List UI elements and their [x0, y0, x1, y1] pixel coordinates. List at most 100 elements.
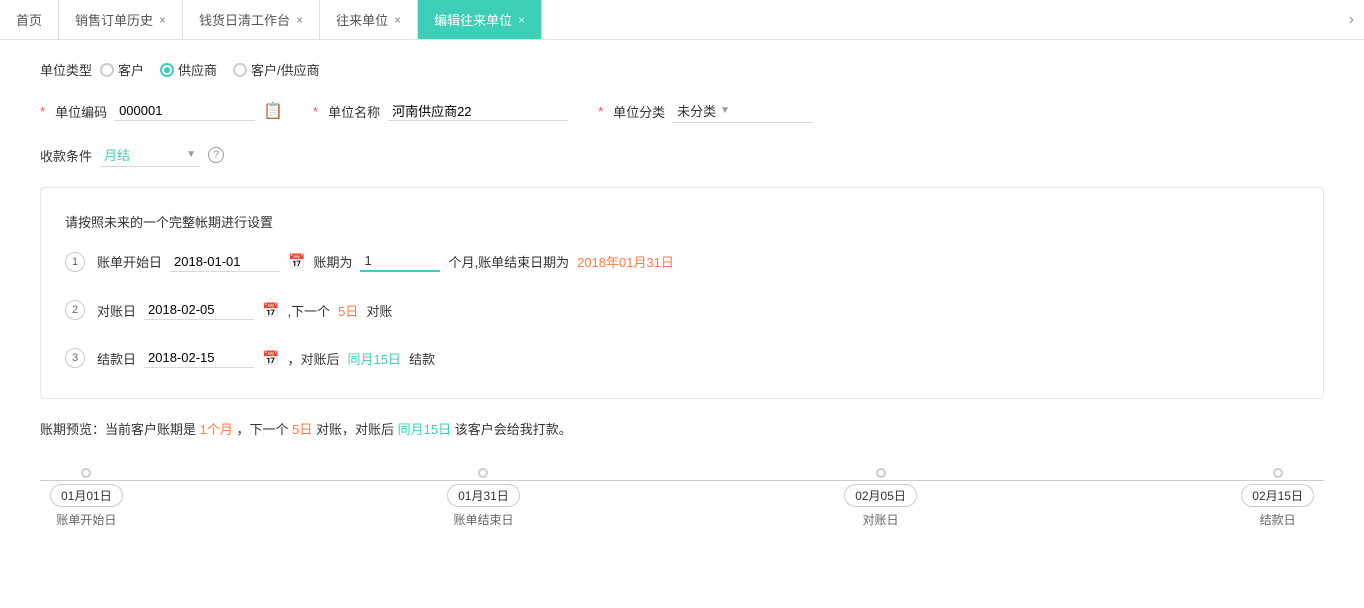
main-content: 单位类型 客户 供应商 客户/供应商 * 单位编码 — [0, 40, 1364, 608]
step-2-label: 对账日 — [97, 301, 136, 320]
radio-customer[interactable]: 客户 — [100, 60, 144, 79]
step-1-number: 1 — [65, 252, 85, 272]
timeline-label-4: 结款日 — [1260, 511, 1296, 528]
radio-customer-supplier-circle — [233, 63, 247, 77]
radio-customer-label: 客户 — [118, 60, 144, 79]
step-3-highlight-day: 同月15日 — [347, 349, 400, 368]
timeline-point-4: 02月15日 结款日 — [1241, 468, 1314, 528]
tab-partner-label: 往来单位 — [336, 10, 388, 29]
unit-code-doc-icon[interactable]: 📋 — [263, 101, 283, 121]
step-2-calendar-icon[interactable]: 📅 — [262, 302, 279, 319]
unit-code-star: * — [40, 104, 45, 119]
unit-info-row: * 单位编码 📋 * 单位名称 * 单位分类 未分类 ▼ — [40, 99, 1324, 123]
unit-code-input[interactable] — [115, 101, 255, 121]
unit-code-field: * 单位编码 📋 — [40, 101, 283, 121]
radio-supplier-circle — [160, 63, 174, 77]
radio-group-unit-type: 客户 供应商 客户/供应商 — [100, 60, 320, 79]
timeline-points: 01月01日 账单开始日 01月31日 账单结束日 02月05日 对账日 — [50, 468, 1314, 528]
step-2-row: 2 对账日 📅 ,下一个 5日 对账 — [65, 300, 1299, 320]
timeline-point-2: 01月31日 账单结束日 — [447, 468, 520, 528]
payment-condition-arrow: ▼ — [186, 149, 196, 160]
unit-category-arrow: ▼ — [720, 105, 730, 116]
unit-category-field: * 单位分类 未分类 ▼ — [598, 99, 813, 123]
step-2-number: 2 — [65, 300, 85, 320]
payment-condition-row: 收款条件 月结 ▼ ? — [40, 143, 1324, 167]
step-1-mid-text: 账期为 — [313, 252, 352, 271]
timeline-badge-2: 01月31日 — [447, 484, 520, 507]
timeline-container: 01月01日 账单开始日 01月31日 账单结束日 02月05日 对账日 — [40, 468, 1324, 528]
step-1-highlight-date: 2018年01月31日 — [577, 252, 674, 271]
timeline-point-3: 02月05日 对账日 — [844, 468, 917, 528]
payment-condition-value: 月结 — [104, 145, 182, 164]
timeline-dot-4 — [1273, 468, 1283, 478]
step-2-suffix-text: 对账 — [366, 301, 392, 320]
tab-partner[interactable]: 往来单位 × — [320, 0, 418, 39]
tab-edit-partner[interactable]: 编辑往来单位 × — [418, 0, 542, 39]
step-2-date-input[interactable] — [144, 300, 254, 320]
unit-name-field: * 单位名称 — [313, 101, 568, 121]
tab-partner-close[interactable]: × — [394, 13, 401, 27]
radio-supplier-label: 供应商 — [178, 60, 217, 79]
step-3-date-input[interactable] — [144, 348, 254, 368]
timeline-badge-3: 02月05日 — [844, 484, 917, 507]
unit-type-label: 单位类型 — [40, 60, 92, 79]
step-2-content: 对账日 📅 ,下一个 5日 对账 — [97, 300, 392, 320]
step-1-content: 账单开始日 📅 账期为 个月,账单结束日期为 2018年01月31日 — [97, 251, 674, 272]
step-1-calendar-icon[interactable]: 📅 — [288, 253, 305, 270]
payment-condition-field: 收款条件 月结 ▼ ? — [40, 143, 224, 167]
step-1-date-input[interactable] — [170, 252, 280, 272]
timeline-label-col-3: 02月05日 对账日 — [844, 484, 917, 528]
tab-arrow[interactable]: › — [1339, 11, 1364, 29]
tab-home[interactable]: 首页 — [0, 0, 59, 39]
timeline-label-col-2: 01月31日 账单结束日 — [447, 484, 520, 528]
radio-customer-supplier[interactable]: 客户/供应商 — [233, 60, 320, 79]
tab-edit-partner-close[interactable]: × — [518, 13, 525, 27]
summary-highlight1: 1个月 — [200, 422, 233, 437]
tab-daily-clear-label: 钱货日清工作台 — [199, 10, 290, 29]
unit-type-field: 单位类型 客户 供应商 客户/供应商 — [40, 60, 320, 79]
summary-prefix: 账期预览：当前客户账期是 — [40, 422, 196, 437]
summary-row: 账期预览：当前客户账期是 1个月 ，下一个 5日 对账，对账后 同月15日 该客… — [40, 419, 1324, 438]
timeline-label-col-1: 01月01日 账单开始日 — [50, 484, 123, 528]
payment-condition-label: 收款条件 — [40, 146, 92, 165]
summary-highlight3: 同月15日 — [398, 422, 451, 437]
timeline-label-col-4: 02月15日 结款日 — [1241, 484, 1314, 528]
tab-sales-order-label: 销售订单历史 — [75, 10, 153, 29]
timeline-badge-4: 02月15日 — [1241, 484, 1314, 507]
timeline-dot-3 — [876, 468, 886, 478]
step-1-row: 1 账单开始日 📅 账期为 个月,账单结束日期为 2018年01月31日 — [65, 251, 1299, 272]
settings-panel: 请按照未来的一个完整帐期进行设置 1 账单开始日 📅 账期为 个月,账单结束日期… — [40, 187, 1324, 399]
step-1-num-input[interactable] — [360, 251, 440, 272]
unit-code-label: 单位编码 — [55, 102, 107, 121]
radio-customer-supplier-label: 客户/供应商 — [251, 60, 320, 79]
radio-customer-circle — [100, 63, 114, 77]
radio-supplier[interactable]: 供应商 — [160, 60, 217, 79]
step-3-row: 3 结款日 📅 ，对账后 同月15日 结款 — [65, 348, 1299, 368]
step-2-highlight-day: 5日 — [338, 301, 358, 320]
payment-condition-select[interactable]: 月结 ▼ — [100, 143, 200, 167]
summary-mid2: 对账，对账后 — [316, 422, 394, 437]
summary-mid1: ，下一个 — [237, 422, 289, 437]
tab-daily-clear[interactable]: 钱货日清工作台 × — [183, 0, 320, 39]
step-3-number: 3 — [65, 348, 85, 368]
timeline-label-2: 账单结束日 — [453, 511, 513, 528]
step-3-calendar-icon[interactable]: 📅 — [262, 350, 279, 367]
payment-condition-help-icon[interactable]: ? — [208, 147, 224, 163]
unit-name-input[interactable] — [388, 101, 568, 121]
timeline-label-1: 账单开始日 — [56, 511, 116, 528]
timeline-dot-1 — [81, 468, 91, 478]
unit-category-select[interactable]: 未分类 ▼ — [673, 99, 813, 123]
unit-name-star: * — [313, 104, 318, 119]
panel-title: 请按照未来的一个完整帐期进行设置 — [65, 212, 1299, 231]
tab-edit-partner-label: 编辑往来单位 — [434, 10, 512, 29]
unit-type-row: 单位类型 客户 供应商 客户/供应商 — [40, 60, 1324, 79]
tab-sales-order[interactable]: 销售订单历史 × — [59, 0, 183, 39]
timeline-point-1: 01月01日 账单开始日 — [50, 468, 123, 528]
tab-sales-order-close[interactable]: × — [159, 13, 166, 27]
tab-daily-clear-close[interactable]: × — [296, 13, 303, 27]
step-3-suffix-text: 结款 — [409, 349, 435, 368]
step-3-prefix-text: ，对账后 — [287, 349, 339, 368]
step-1-suffix-text: 个月,账单结束日期为 — [448, 252, 569, 271]
step-3-label: 结款日 — [97, 349, 136, 368]
step-3-content: 结款日 📅 ，对账后 同月15日 结款 — [97, 348, 435, 368]
